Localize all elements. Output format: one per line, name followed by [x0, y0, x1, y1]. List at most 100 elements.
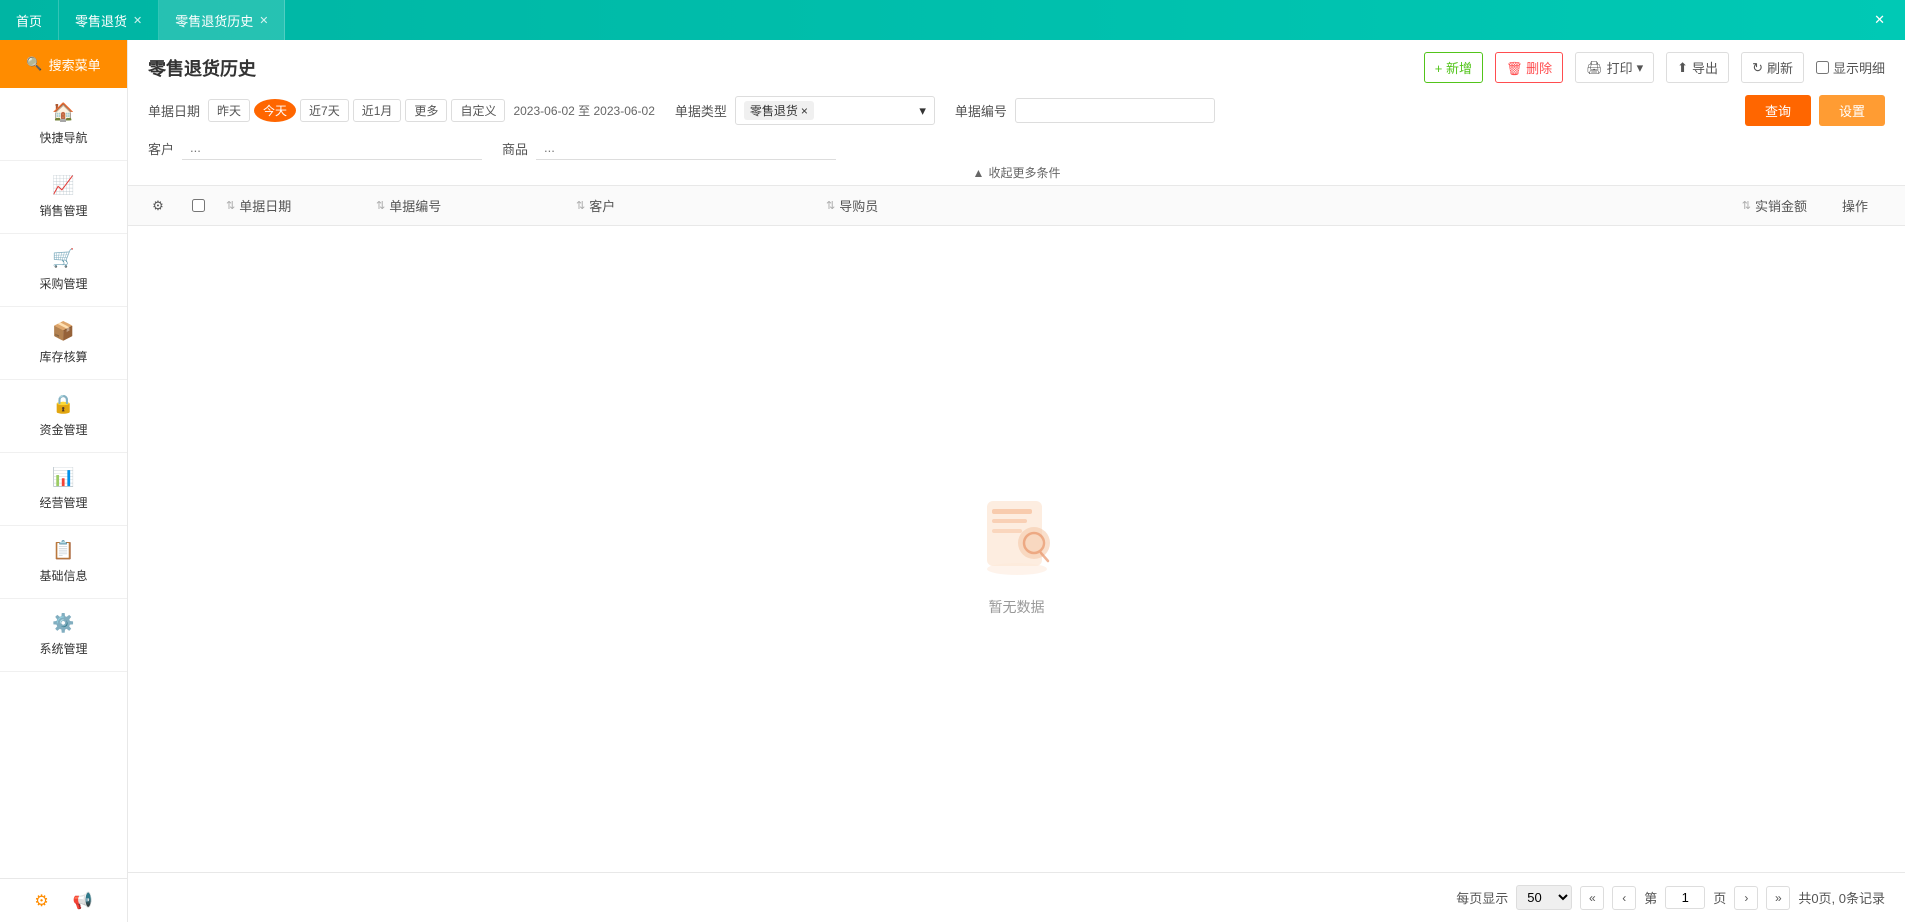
setting-button[interactable]: 设置	[1819, 95, 1885, 126]
tab-retail-return-history[interactable]: 零售退货历史 ✕	[159, 0, 285, 40]
sidebar-item-home-label: 快捷导航	[39, 129, 87, 146]
first-page-btn[interactable]: «	[1580, 886, 1604, 910]
audio-bottom-icon[interactable]: 📢	[73, 891, 93, 911]
total-label: 共0页, 0条记录	[1798, 888, 1885, 907]
page-input[interactable]	[1665, 886, 1705, 909]
col-amount-header: ⇅ 实销金额	[1018, 196, 1815, 215]
page-title: 零售退货历史	[148, 55, 256, 81]
next-page-btn[interactable]: ›	[1734, 886, 1758, 910]
filter-goods-group: 商品	[502, 136, 836, 160]
per-page-select[interactable]: 10 20 50 100	[1516, 885, 1572, 910]
last-page-btn[interactable]: »	[1766, 886, 1790, 910]
refresh-button[interactable]: ↻ 刷新	[1741, 52, 1804, 83]
page-unit: 页	[1713, 888, 1726, 907]
sidebar-item-finance[interactable]: 🔒 资金管理	[0, 380, 127, 453]
goods-filter-label: 商品	[502, 139, 528, 158]
purchase-icon: 🛒	[52, 248, 74, 269]
tab-retail-return-close[interactable]: ✕	[133, 14, 142, 27]
sidebar-item-basic[interactable]: 📋 基础信息	[0, 526, 127, 599]
tab-retail-return[interactable]: 零售退货 ✕	[59, 0, 159, 40]
sort-icon-docno[interactable]: ⇅	[376, 199, 385, 212]
top-tabs: 首页 零售退货 ✕ 零售退货历史 ✕	[0, 0, 1874, 40]
sidebar-item-purchase-label: 采购管理	[39, 275, 87, 292]
col-docno-label: 单据编号	[389, 196, 441, 215]
collapse-text: 收起更多条件	[988, 164, 1060, 181]
doctype-chevron-icon: ▾	[919, 103, 926, 119]
table-header: ⚙ ⇅ 单据日期 ⇅ 单据编号 ⇅ 客户 ⇅	[128, 186, 1905, 226]
query-button[interactable]: 查询	[1745, 95, 1811, 126]
top-bar: 首页 零售退货 ✕ 零售退货历史 ✕ ✕	[0, 0, 1905, 40]
filter-date-group: 单据日期 昨天 今天 近7天 近1月 更多 自定义 2023-06-02 至 2…	[148, 99, 655, 122]
sidebar-item-purchase[interactable]: 🛒 采购管理	[0, 234, 127, 307]
show-detail-label[interactable]: 显示明细	[1816, 58, 1885, 77]
page-label: 第	[1644, 888, 1657, 907]
date-btn-yesterday[interactable]: 昨天	[208, 99, 250, 122]
search-icon: 🔍	[26, 56, 42, 72]
sidebar-item-sales[interactable]: 📈 销售管理	[0, 161, 127, 234]
date-range-text: 2023-06-02 至 2023-06-02	[513, 102, 654, 119]
date-btn-7days[interactable]: 近7天	[300, 99, 349, 122]
col-date-label: 单据日期	[239, 196, 291, 215]
sort-icon-amount[interactable]: ⇅	[1742, 199, 1751, 212]
sidebar-item-finance-label: 资金管理	[39, 421, 87, 438]
date-filter-label: 单据日期	[148, 101, 200, 120]
sidebar-item-home[interactable]: 🏠 快捷导航	[0, 88, 127, 161]
tab-home[interactable]: 首页	[0, 0, 59, 40]
pagination: 每页显示 10 20 50 100 « ‹ 第 页 › » 共0页, 0条记录	[128, 872, 1905, 922]
sidebar-item-system[interactable]: ⚙️ 系统管理	[0, 599, 127, 672]
docno-filter-label: 单据编号	[955, 101, 1007, 120]
export-button[interactable]: ⬆ 导出	[1666, 52, 1729, 83]
tab-retail-return-history-label: 零售退货历史	[175, 11, 253, 30]
doctype-select[interactable]: 零售退货 × ▾	[735, 96, 935, 125]
topbar-close[interactable]: ✕	[1874, 12, 1905, 28]
sidebar-item-inventory-label: 库存核算	[39, 348, 87, 365]
col-customer-header: ⇅ 客户	[568, 196, 818, 215]
sort-icon-guide[interactable]: ⇅	[826, 199, 835, 212]
col-checkbox[interactable]	[178, 199, 218, 212]
collapse-bar[interactable]: ▲ 收起更多条件	[148, 160, 1885, 185]
print-icon: 🖨	[1586, 60, 1603, 76]
sort-icon-customer[interactable]: ⇅	[576, 199, 585, 212]
sidebar-nav: 🏠 快捷导航 📈 销售管理 🛒 采购管理 📦 库存核算 🔒 资金管理 📊	[0, 88, 127, 878]
sidebar: 🔍 搜索菜单 🏠 快捷导航 📈 销售管理 🛒 采购管理 📦 库存核算 🔒	[0, 40, 128, 922]
settings-icon[interactable]: ⚙	[152, 198, 164, 214]
select-all-checkbox[interactable]	[192, 199, 205, 212]
docno-input[interactable]	[1015, 98, 1215, 123]
print-chevron-icon: ▾	[1637, 60, 1644, 76]
delete-button[interactable]: 🗑 删除	[1495, 52, 1563, 83]
sidebar-search[interactable]: 🔍 搜索菜单	[0, 40, 127, 88]
filter-row-2: 客户 商品	[148, 136, 1885, 160]
refresh-icon: ↻	[1752, 60, 1763, 76]
date-btn-1month[interactable]: 近1月	[353, 99, 402, 122]
tab-retail-return-label: 零售退货	[75, 11, 127, 30]
collapse-button[interactable]: ▲ 收起更多条件	[973, 164, 1061, 181]
show-detail-checkbox[interactable]	[1816, 61, 1829, 74]
date-btn-more[interactable]: 更多	[405, 99, 447, 122]
prev-page-btn[interactable]: ‹	[1612, 886, 1636, 910]
col-settings[interactable]: ⚙	[138, 198, 178, 214]
sidebar-item-management-label: 经营管理	[39, 494, 87, 511]
goods-input[interactable]	[536, 136, 836, 160]
date-btn-today[interactable]: 今天	[254, 99, 296, 122]
customer-input[interactable]	[182, 136, 482, 160]
date-btn-custom[interactable]: 自定义	[451, 99, 505, 122]
management-icon: 📊	[52, 467, 74, 488]
settings-bottom-icon[interactable]: ⚙	[34, 891, 48, 911]
add-button[interactable]: + 新增	[1424, 52, 1483, 83]
filter-row-1: 单据日期 昨天 今天 近7天 近1月 更多 自定义 2023-06-02 至 2…	[148, 95, 1885, 126]
print-button[interactable]: 🖨 打印 ▾	[1575, 52, 1654, 83]
tab-home-label: 首页	[16, 11, 42, 30]
sidebar-bottom: ⚙ 📢	[0, 878, 127, 922]
tab-retail-return-history-close[interactable]: ✕	[259, 14, 268, 27]
doctype-tag-close[interactable]: ×	[801, 104, 808, 118]
doctype-tag-text: 零售退货	[750, 102, 798, 119]
sidebar-item-management[interactable]: 📊 经营管理	[0, 453, 127, 526]
sidebar-item-basic-label: 基础信息	[39, 567, 87, 584]
sales-icon: 📈	[52, 175, 74, 196]
col-date-header: ⇅ 单据日期	[218, 196, 368, 215]
show-detail-text: 显示明细	[1833, 58, 1885, 77]
col-action-label: 操作	[1842, 196, 1868, 215]
sort-icon-date[interactable]: ⇅	[226, 199, 235, 212]
toolbar: + 新增 🗑 删除 🖨 打印 ▾ ⬆ 导出 ↻ 刷新	[1424, 52, 1885, 83]
sidebar-item-inventory[interactable]: 📦 库存核算	[0, 307, 127, 380]
